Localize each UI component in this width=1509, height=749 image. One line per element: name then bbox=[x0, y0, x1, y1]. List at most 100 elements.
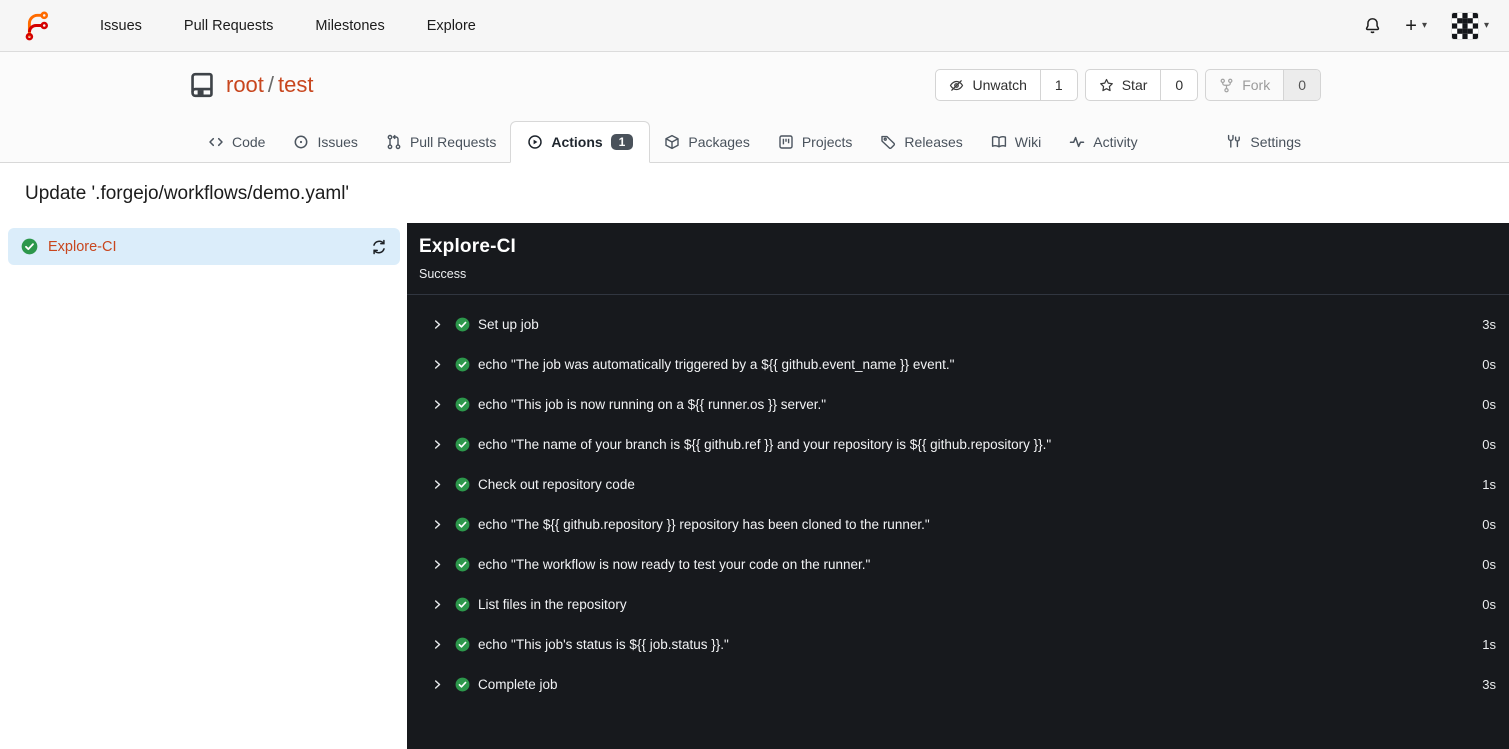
tab-packages[interactable]: Packages bbox=[650, 122, 763, 162]
rerun-job-icon[interactable] bbox=[371, 239, 387, 255]
step-duration: 0s bbox=[1482, 396, 1496, 412]
step-row[interactable]: echo "The ${{ github.repository }} repos… bbox=[407, 504, 1509, 544]
actions-count-badge: 1 bbox=[610, 134, 634, 150]
tab-releases[interactable]: Releases bbox=[866, 122, 976, 162]
nav-issues[interactable]: Issues bbox=[79, 18, 163, 34]
workflow-run-layout: Explore-CI Explore-CI Success Set up job bbox=[0, 223, 1509, 749]
chevron-right-icon bbox=[432, 439, 443, 450]
git-pull-request-icon bbox=[386, 134, 402, 150]
watchers-count[interactable]: 1 bbox=[1041, 70, 1077, 100]
repo-breadcrumb: root / test bbox=[226, 72, 314, 98]
create-new-dropdown[interactable]: + ▾ bbox=[1405, 16, 1427, 36]
repo-name-link[interactable]: test bbox=[278, 72, 313, 97]
chevron-right-icon bbox=[432, 319, 443, 330]
navbar-right: + ▾ ▾ bbox=[1364, 11, 1489, 40]
tab-label: Settings bbox=[1250, 134, 1301, 150]
star-button-group: Star 0 bbox=[1084, 69, 1199, 101]
tab-settings[interactable]: Settings bbox=[1212, 122, 1315, 162]
pulse-icon bbox=[1069, 134, 1085, 150]
job-title: Explore-CI bbox=[419, 236, 517, 257]
step-row[interactable]: echo "The workflow is now ready to test … bbox=[407, 544, 1509, 584]
star-icon bbox=[1099, 78, 1114, 93]
play-circle-icon bbox=[527, 134, 543, 150]
step-duration: 0s bbox=[1482, 516, 1496, 532]
star-label: Star bbox=[1121, 77, 1148, 93]
tab-issues[interactable]: Issues bbox=[279, 122, 371, 162]
repo-owner-link[interactable]: root bbox=[226, 72, 264, 97]
job-panel-header: Explore-CI Success bbox=[407, 223, 1509, 295]
package-icon bbox=[664, 134, 680, 150]
tab-label: Pull Requests bbox=[409, 134, 497, 150]
tab-label: Issues bbox=[317, 134, 358, 150]
nav-milestones[interactable]: Milestones bbox=[294, 18, 405, 34]
step-duration: 0s bbox=[1482, 596, 1496, 612]
avatar bbox=[1450, 11, 1479, 40]
step-row[interactable]: echo "The name of your branch is ${{ git… bbox=[407, 424, 1509, 464]
job-log-panel: Explore-CI Success Set up job 3s echo "T… bbox=[407, 223, 1509, 749]
step-row[interactable]: Check out repository code 1s bbox=[407, 464, 1509, 504]
chevron-right-icon bbox=[432, 639, 443, 650]
step-duration: 0s bbox=[1482, 356, 1496, 372]
step-duration: 1s bbox=[1482, 636, 1496, 652]
step-name: echo "The workflow is now ready to test … bbox=[478, 556, 871, 572]
tab-label: Code bbox=[232, 134, 266, 150]
repo-title-row: root / test Unwatch 1 Star 0 Fork 0 bbox=[188, 52, 1321, 101]
tab-code[interactable]: Code bbox=[194, 122, 279, 162]
tab-projects[interactable]: Projects bbox=[764, 122, 867, 162]
success-check-icon bbox=[455, 557, 470, 572]
step-row[interactable]: echo "The job was automatically triggere… bbox=[407, 344, 1509, 384]
success-check-icon bbox=[455, 397, 470, 412]
step-duration: 0s bbox=[1482, 436, 1496, 452]
step-name: Check out repository code bbox=[478, 476, 635, 492]
tab-actions[interactable]: Actions 1 bbox=[510, 121, 651, 163]
repository-book-icon bbox=[188, 71, 216, 99]
project-board-icon bbox=[778, 134, 794, 150]
tab-wiki[interactable]: Wiki bbox=[977, 122, 1055, 162]
step-row[interactable]: echo "This job is now running on a ${{ r… bbox=[407, 384, 1509, 424]
tab-pull-requests[interactable]: Pull Requests bbox=[372, 122, 510, 162]
success-check-icon bbox=[455, 517, 470, 532]
tab-activity[interactable]: Activity bbox=[1055, 122, 1151, 162]
step-name: List files in the repository bbox=[478, 596, 627, 612]
nav-explore[interactable]: Explore bbox=[406, 18, 497, 34]
step-name: echo "This job is now running on a ${{ r… bbox=[478, 396, 827, 412]
step-name: echo "The job was automatically triggere… bbox=[478, 356, 955, 372]
job-item-explore-ci[interactable]: Explore-CI bbox=[8, 228, 400, 265]
step-row[interactable]: List files in the repository 0s bbox=[407, 584, 1509, 624]
user-menu[interactable]: ▾ bbox=[1450, 11, 1489, 40]
chevron-right-icon bbox=[432, 599, 443, 610]
repo-header: root / test Unwatch 1 Star 0 Fork 0 Code… bbox=[0, 52, 1509, 163]
notifications-bell-icon[interactable] bbox=[1364, 17, 1381, 34]
step-name: echo "This job's status is ${{ job.statu… bbox=[478, 636, 729, 652]
star-button[interactable]: Star bbox=[1086, 70, 1162, 100]
job-name: Explore-CI bbox=[48, 238, 117, 255]
forks-count: 0 bbox=[1284, 70, 1320, 100]
plus-icon: + bbox=[1405, 14, 1417, 37]
settings-tools-icon bbox=[1226, 134, 1242, 150]
chevron-right-icon bbox=[432, 479, 443, 490]
success-check-icon bbox=[455, 437, 470, 452]
repo-tabs: Code Issues Pull Requests Actions 1 Pack… bbox=[188, 121, 1321, 163]
stars-count[interactable]: 0 bbox=[1161, 70, 1197, 100]
chevron-right-icon bbox=[432, 399, 443, 410]
jobs-sidebar: Explore-CI bbox=[0, 223, 407, 749]
step-row[interactable]: Set up job 3s bbox=[407, 304, 1509, 344]
job-status: Success bbox=[419, 267, 467, 281]
chevron-right-icon bbox=[432, 519, 443, 530]
chevron-right-icon bbox=[432, 359, 443, 370]
step-name: echo "The name of your branch is ${{ git… bbox=[478, 436, 1052, 452]
step-row[interactable]: echo "This job's status is ${{ job.statu… bbox=[407, 624, 1509, 664]
issue-opened-icon bbox=[293, 134, 309, 150]
code-icon bbox=[208, 134, 224, 150]
unwatch-button[interactable]: Unwatch bbox=[936, 70, 1041, 100]
forgejo-logo-icon[interactable] bbox=[20, 10, 51, 41]
success-check-icon bbox=[455, 317, 470, 332]
success-check-icon bbox=[455, 477, 470, 492]
primary-nav: Issues Pull Requests Milestones Explore bbox=[79, 18, 497, 34]
tab-label: Releases bbox=[904, 134, 963, 150]
step-row[interactable]: Complete job 3s bbox=[407, 664, 1509, 704]
step-name: Complete job bbox=[478, 676, 558, 692]
nav-pull-requests[interactable]: Pull Requests bbox=[163, 18, 294, 34]
repo-action-buttons: Unwatch 1 Star 0 Fork 0 bbox=[935, 69, 1321, 101]
success-check-icon bbox=[455, 637, 470, 652]
